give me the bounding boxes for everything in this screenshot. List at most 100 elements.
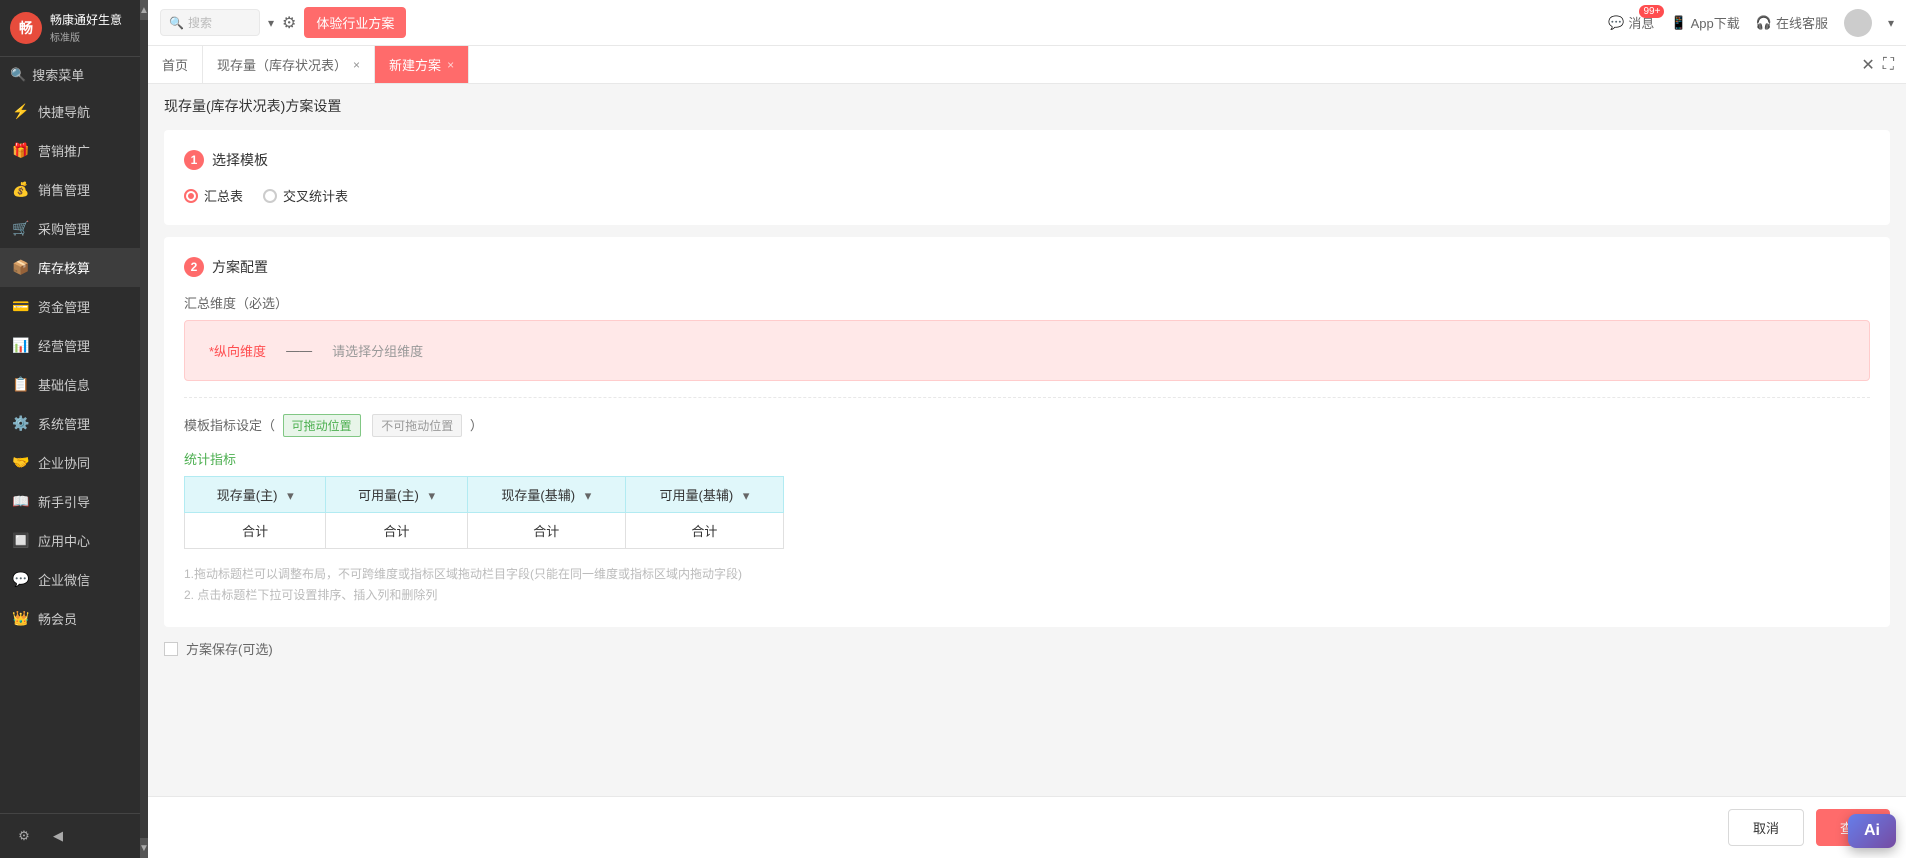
- topbar-right: 💬 消息 99+ 📱 App下载 🎧 在线客服 ▾: [1608, 9, 1894, 37]
- sidebar-bottom: ⚙ ◀: [0, 813, 140, 858]
- ai-label: Ai: [1864, 822, 1880, 839]
- radio-summary-circle: [184, 189, 198, 203]
- sidebar-item-label: 销售管理: [38, 180, 90, 199]
- search-label: 搜索菜单: [32, 65, 84, 84]
- sidebar-item-wechat[interactable]: 💬 企业微信: [0, 560, 140, 599]
- sidebar-item-label: 畅会员: [38, 609, 77, 628]
- radio-cross-label: 交叉统计表: [283, 186, 348, 205]
- tab-home-label: 首页: [162, 55, 188, 74]
- sidebar-scrollbar: ▲ ▼: [140, 0, 148, 858]
- sidebar-item-label: 系统管理: [38, 414, 90, 433]
- headset-icon: 🎧: [1756, 15, 1772, 31]
- section-divider: [184, 397, 1870, 398]
- col-label-2: 现存量(基辅): [501, 488, 575, 503]
- settings-icon-bottom[interactable]: ⚙: [12, 824, 36, 848]
- sidebar-item-system[interactable]: ⚙️ 系统管理: [0, 404, 140, 443]
- tab-home[interactable]: 首页: [148, 46, 203, 83]
- app-center-icon: 🔲: [12, 532, 30, 550]
- content-area: 现存量(库存状况表)方案设置 1 选择模板 汇总表 交叉统计表 2: [148, 84, 1906, 796]
- step2-title: 方案配置: [212, 257, 268, 277]
- radio-summary[interactable]: 汇总表: [184, 186, 243, 205]
- main-area: 🔍 搜索 ▾ ⚙ 体验行业方案 💬 消息 99+ 📱 App下载 🎧 在线客服 …: [148, 0, 1906, 858]
- tabbar-controls: ✕ ⛶: [1849, 55, 1906, 75]
- sidebar-item-label: 营销推广: [38, 141, 90, 160]
- stats-col-header-2[interactable]: 现存量(基辅) ▾: [467, 477, 625, 513]
- wechat-icon: 💬: [12, 571, 30, 589]
- cancel-button[interactable]: 取消: [1728, 809, 1804, 846]
- topbar-search-box[interactable]: 🔍 搜索: [160, 9, 260, 36]
- sidebar-item-sales[interactable]: 💰 销售管理: [0, 170, 140, 209]
- tab-inventory-status[interactable]: 现存量（库存状况表） ×: [203, 46, 375, 83]
- col-dropdown-1[interactable]: ▾: [428, 488, 435, 503]
- online-service-button[interactable]: 🎧 在线客服: [1756, 13, 1828, 32]
- sidebar-nav: ⚡ 快捷导航 🎁 营销推广 💰 销售管理 🛒 采购管理 📦 库存核算 💳 资金管…: [0, 92, 140, 813]
- scroll-down-btn[interactable]: ▼: [140, 838, 148, 858]
- sidebar-logo: 畅 畅康通好生意 标准版: [0, 0, 140, 57]
- step1-badge: 1: [184, 150, 204, 170]
- username-label[interactable]: ▾: [1888, 16, 1894, 30]
- sidebar-item-label: 基础信息: [38, 375, 90, 394]
- tab-inventory-status-label: 现存量（库存状况表）: [217, 55, 347, 74]
- expand-tab-icon[interactable]: ⛶: [1883, 56, 1894, 74]
- tab-new-scheme[interactable]: 新建方案 ×: [375, 46, 469, 83]
- sidebar-item-member[interactable]: 👑 畅会员: [0, 599, 140, 638]
- sidebar-item-finance[interactable]: 💳 资金管理: [0, 287, 140, 326]
- topbar-dropdown-arrow[interactable]: ▾: [268, 16, 274, 30]
- step2-header: 2 方案配置: [184, 257, 1870, 277]
- user-avatar[interactable]: [1844, 9, 1872, 37]
- collapse-icon[interactable]: ◀: [46, 824, 70, 848]
- save-checkbox[interactable]: [164, 642, 178, 656]
- dimension-field-label: 汇总维度（必选）: [184, 293, 1870, 312]
- trial-industry-button[interactable]: 体验行业方案: [304, 7, 406, 38]
- stats-header-row: 现存量(主) ▾ 可用量(主) ▾ 现存量(基辅) ▾: [185, 477, 784, 513]
- scroll-up-btn[interactable]: ▲: [140, 0, 148, 20]
- sidebar-item-label: 经营管理: [38, 336, 90, 355]
- messages-button[interactable]: 💬 消息 99+: [1608, 13, 1654, 32]
- member-icon: 👑: [12, 610, 30, 628]
- new-guide-icon: 📖: [12, 493, 30, 511]
- messages-badge: 99+: [1639, 5, 1664, 18]
- app-download-label: App下载: [1691, 13, 1740, 32]
- topbar-left: 🔍 搜索 ▾ ⚙ 体验行业方案: [160, 7, 1600, 38]
- tab-inventory-close-icon[interactable]: ×: [353, 58, 360, 72]
- step1-title: 选择模板: [212, 150, 268, 170]
- tab-new-scheme-close-icon[interactable]: ×: [447, 58, 454, 72]
- sidebar-item-label: 企业协同: [38, 453, 90, 472]
- radio-cross[interactable]: 交叉统计表: [263, 186, 348, 205]
- app-version: 标准版: [50, 29, 122, 44]
- app-download-button[interactable]: 📱 App下载: [1670, 13, 1739, 32]
- sidebar-item-basic-info[interactable]: 📋 基础信息: [0, 365, 140, 404]
- sidebar-item-quick-nav[interactable]: ⚡ 快捷导航: [0, 92, 140, 131]
- sidebar-item-inventory[interactable]: 📦 库存核算: [0, 248, 140, 287]
- ai-float-button[interactable]: Ai: [1848, 814, 1896, 848]
- col-dropdown-2[interactable]: ▾: [585, 488, 592, 503]
- sidebar-item-label: 快捷导航: [38, 102, 90, 121]
- required-dimension-label: *纵向维度: [209, 341, 266, 360]
- sidebar-item-corp[interactable]: 🤝 企业协同: [0, 443, 140, 482]
- sidebar-item-label: 新手引导: [38, 492, 90, 511]
- stats-cell-0: 合计: [185, 513, 326, 549]
- message-icon: 💬: [1608, 15, 1624, 31]
- stats-col-header-0[interactable]: 现存量(主) ▾: [185, 477, 326, 513]
- dimension-pink-area[interactable]: *纵向维度 —— 请选择分组维度: [184, 320, 1870, 381]
- col-dropdown-3[interactable]: ▾: [743, 488, 750, 503]
- sidebar-item-label: 应用中心: [38, 531, 90, 550]
- sidebar-item-operations[interactable]: 📊 经营管理: [0, 326, 140, 365]
- sidebar-item-marketing[interactable]: 🎁 营销推广: [0, 131, 140, 170]
- topbar-gear-icon[interactable]: ⚙: [282, 13, 296, 33]
- sidebar-item-purchase[interactable]: 🛒 采购管理: [0, 209, 140, 248]
- col-dropdown-0[interactable]: ▾: [287, 488, 294, 503]
- search-icon: 🔍: [10, 67, 26, 83]
- sidebar-item-label: 企业微信: [38, 570, 90, 589]
- sidebar-item-new-guide[interactable]: 📖 新手引导: [0, 482, 140, 521]
- close-tab-icon[interactable]: ✕: [1861, 55, 1874, 75]
- col-label-3: 可用量(基辅): [660, 488, 734, 503]
- inventory-icon: 📦: [12, 259, 30, 277]
- stats-col-header-3[interactable]: 可用量(基辅) ▾: [625, 477, 783, 513]
- tip2: 2. 点击标题栏下拉可设置排序、插入列和删除列: [184, 586, 1870, 603]
- sidebar-search[interactable]: 🔍 搜索菜单: [0, 57, 140, 92]
- stats-table: 现存量(主) ▾ 可用量(主) ▾ 现存量(基辅) ▾: [184, 476, 784, 549]
- sidebar-item-app-center[interactable]: 🔲 应用中心: [0, 521, 140, 560]
- app-name-block: 畅康通好生意 标准版: [50, 12, 122, 44]
- stats-col-header-1[interactable]: 可用量(主) ▾: [326, 477, 467, 513]
